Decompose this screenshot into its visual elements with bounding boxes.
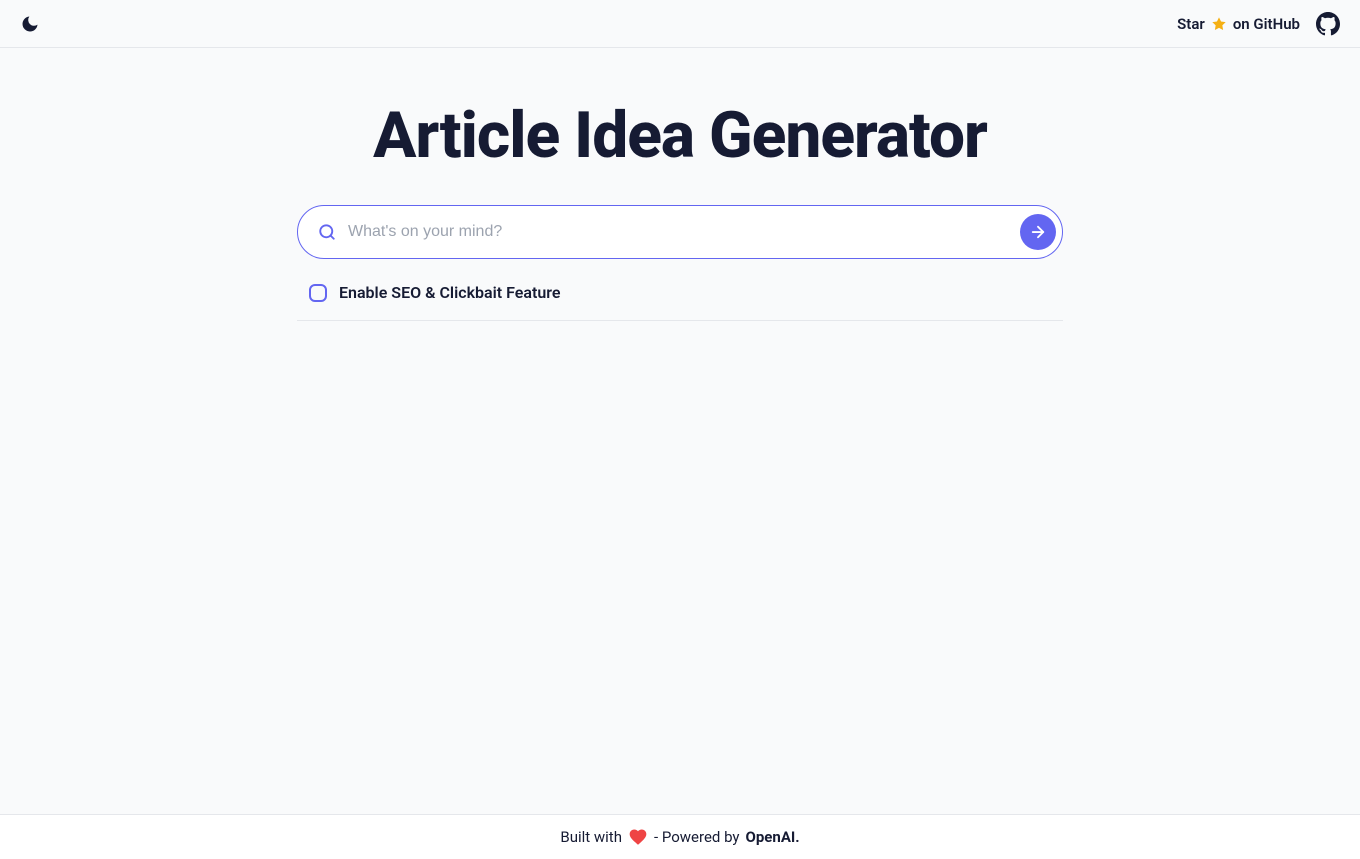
arrow-right-icon [1029,223,1047,241]
seo-option-row: Enable SEO & Clickbait Feature [297,259,1063,321]
app-header: Star on GitHub [0,0,1360,48]
page-title: Article Idea Generator [373,98,987,173]
submit-button[interactable] [1020,214,1056,250]
search-container [297,205,1063,259]
idea-input[interactable] [348,223,1020,241]
app-footer: Built with - Powered by OpenAI. [0,814,1360,859]
footer-built-with: Built with [560,828,622,846]
search-icon [318,223,336,241]
github-star-link[interactable]: Star on GitHub [1177,12,1340,36]
footer-powered-by: - Powered by [654,828,740,846]
github-link-text-before: Star [1177,15,1205,33]
heart-icon [628,827,648,847]
main-content: Article Idea Generator Enable SEO & Clic… [0,48,1360,814]
idea-form [297,205,1063,259]
theme-toggle-button[interactable] [20,14,40,34]
github-link-text-after: on GitHub [1233,15,1300,33]
openai-link[interactable]: OpenAI. [746,828,800,846]
seo-checkbox[interactable] [309,284,327,302]
search-icon-wrap [318,223,336,241]
seo-checkbox-label[interactable]: Enable SEO & Clickbait Feature [339,283,560,302]
star-icon [1211,16,1227,32]
github-icon [1316,12,1340,36]
moon-icon [20,14,40,34]
